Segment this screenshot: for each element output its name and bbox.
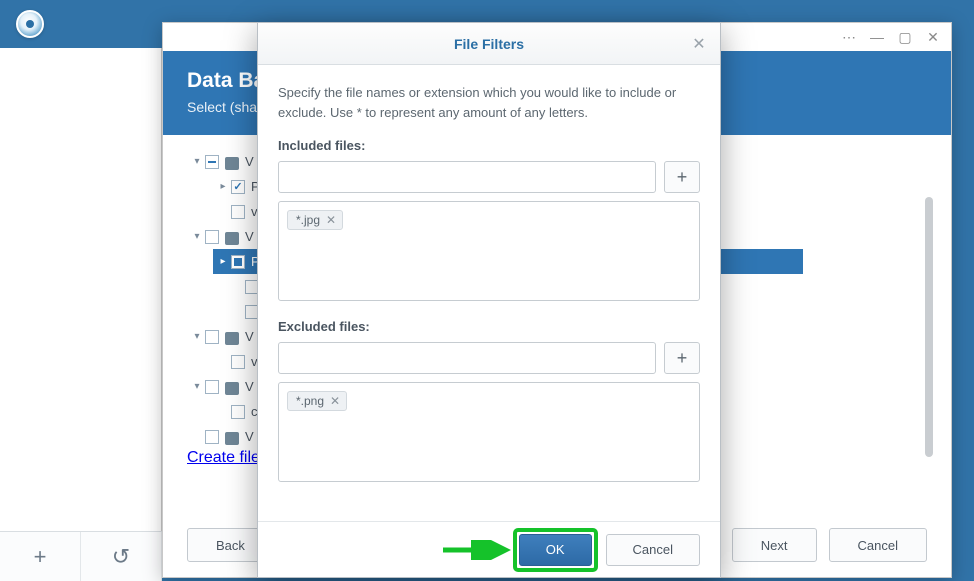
disk-icon [225,332,239,342]
filter-tag-label: *.jpg [296,213,320,227]
disk-icon [225,432,239,442]
tag-remove-icon[interactable]: ✕ [330,394,340,408]
next-button[interactable]: Next [732,528,817,562]
filter-tag: *.png ✕ [287,391,347,411]
dialog-titlebar: File Filters ✕ [258,23,720,65]
checkbox[interactable] [231,180,245,194]
disk-icon [225,232,239,242]
filter-tag: *.jpg ✕ [287,210,343,230]
caret-icon[interactable]: ▾ [191,156,203,167]
checkbox[interactable] [231,205,245,219]
window-close-icon[interactable]: ✕ [921,28,945,46]
checkbox[interactable] [205,430,219,444]
cancel-button[interactable]: Cancel [829,528,927,562]
excluded-add-button[interactable]: + [664,342,700,374]
tree-label: V [245,429,254,444]
window-maximize-icon[interactable]: ▢ [893,28,917,46]
window-minimize-icon[interactable]: — [865,28,889,46]
add-button[interactable]: + [0,532,81,581]
included-files-list: *.jpg ✕ [278,201,700,301]
synology-app-icon[interactable] [16,10,44,38]
checkbox[interactable] [205,330,219,344]
ok-button[interactable]: OK [519,534,592,566]
tree-label: V [245,229,254,244]
tree-label: V [245,379,254,394]
checkbox[interactable] [231,405,245,419]
included-files-input[interactable] [278,161,656,193]
excluded-files-list: *.png ✕ [278,382,700,482]
tree-label: V [245,329,254,344]
dialog-title: File Filters [454,36,524,52]
caret-icon[interactable]: ▸ [217,256,229,267]
checkbox[interactable] [205,230,219,244]
checkbox[interactable] [231,355,245,369]
disk-icon [225,157,239,167]
included-add-button[interactable]: + [664,161,700,193]
dialog-cancel-button[interactable]: Cancel [606,534,700,566]
tree-label: V [245,154,254,169]
caret-icon[interactable]: ▾ [191,381,203,392]
caret-icon[interactable]: ▸ [217,181,229,192]
dialog-description: Specify the file names or extension whic… [278,83,700,122]
excluded-files-label: Excluded files: [278,319,700,334]
caret-icon[interactable]: ▾ [191,331,203,342]
checkbox[interactable] [205,155,219,169]
tag-remove-icon[interactable]: ✕ [326,213,336,227]
dialog-body: Specify the file names or extension whic… [258,65,720,521]
dialog-footer: OK Cancel [258,521,720,577]
file-filters-dialog: File Filters ✕ Specify the file names or… [257,22,721,578]
left-column [0,48,162,531]
dialog-close-icon[interactable]: ✕ [688,33,710,55]
filter-tag-label: *.png [296,394,324,408]
caret-icon[interactable]: ▾ [191,231,203,242]
disk-icon [225,382,239,392]
window-menu-icon[interactable]: ⋯ [837,28,861,46]
excluded-files-input[interactable] [278,342,656,374]
scrollbar[interactable] [925,197,933,457]
bottom-toolbar: + ↺ [0,531,162,581]
history-button[interactable]: ↺ [81,532,162,581]
checkbox[interactable] [205,380,219,394]
included-files-label: Included files: [278,138,700,153]
checkbox[interactable] [231,255,245,269]
